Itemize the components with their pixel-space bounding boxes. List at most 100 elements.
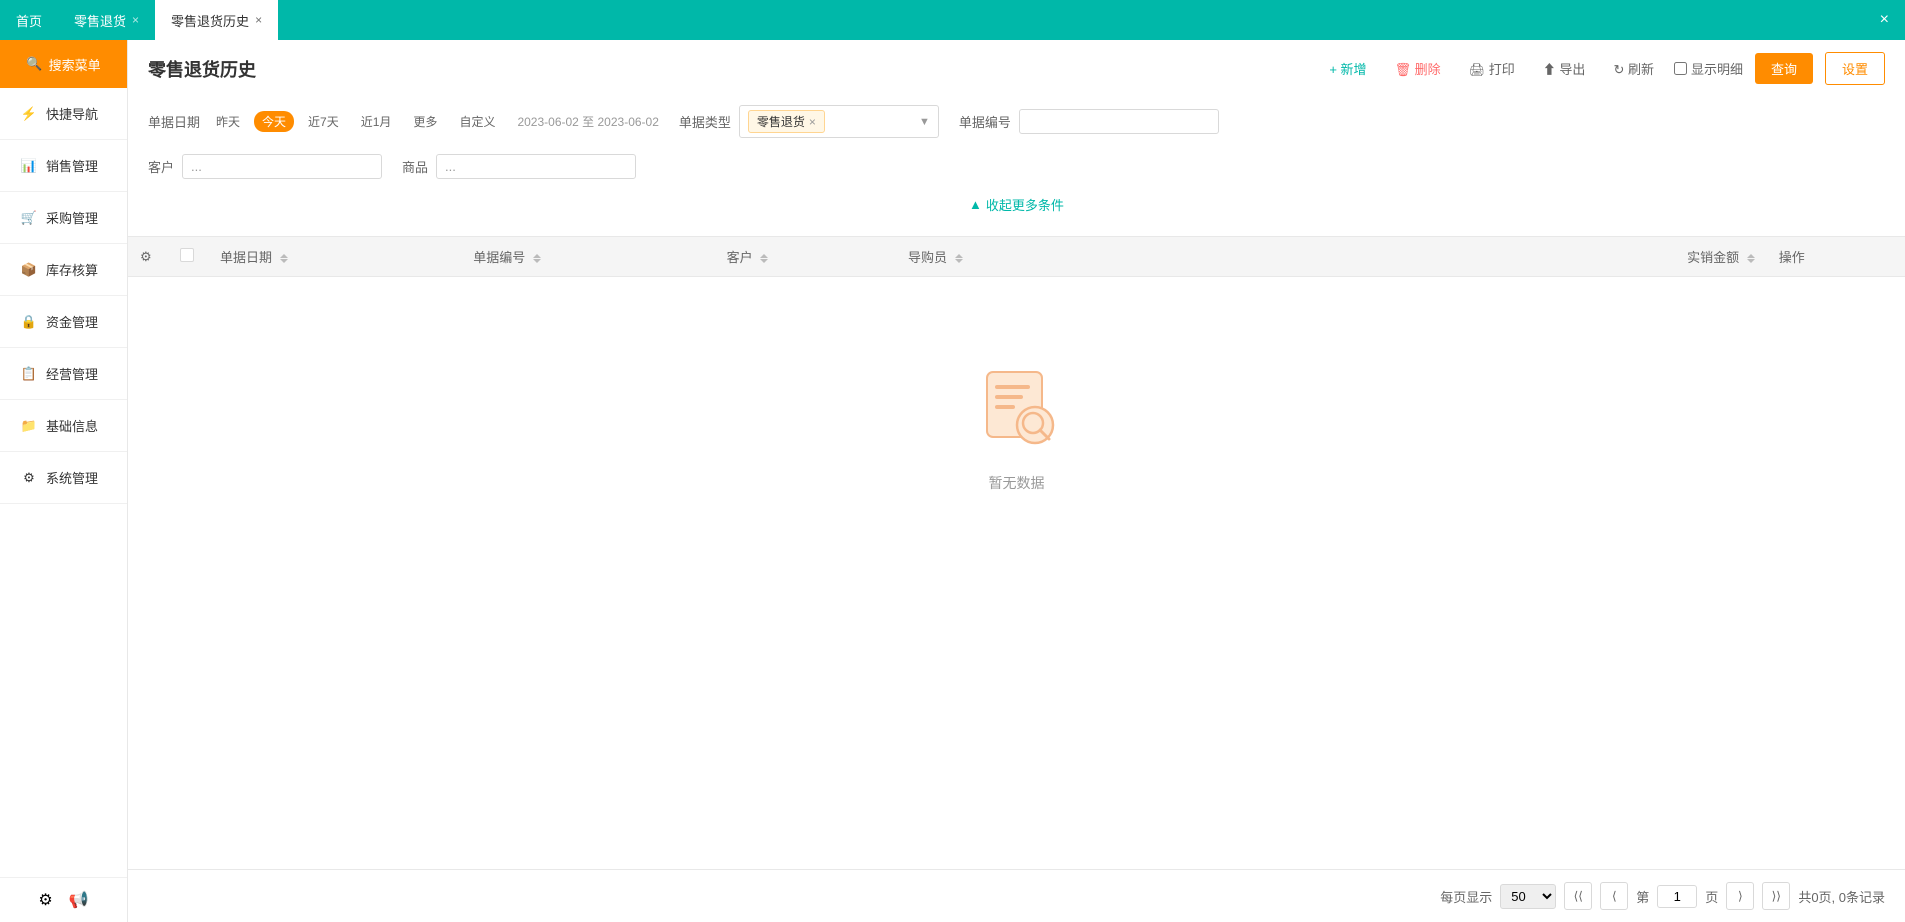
purchase-icon: 🛒	[20, 209, 38, 227]
customer-dropdown[interactable]: ...	[182, 154, 382, 179]
th-guide[interactable]: 导购员	[896, 237, 1113, 277]
sidebar-search[interactable]: 🔍 搜索菜单	[0, 40, 127, 88]
table-body: 暂无数据	[128, 277, 1905, 574]
th-amount-label: 实销金额	[1687, 250, 1739, 265]
tab-retail-return-close[interactable]: ×	[132, 13, 139, 27]
date-range-text: 2023-06-02 至 2023-06-02	[517, 113, 658, 130]
sidebar-item-inventory[interactable]: 📦 库存核算	[0, 244, 127, 296]
date-1month-btn[interactable]: 近1月	[353, 111, 400, 132]
quick-nav-icon: ⚡	[20, 105, 38, 123]
doc-type-tag-close[interactable]: ×	[809, 115, 816, 129]
doc-no-filter: 单据编号	[959, 109, 1219, 134]
print-button[interactable]: 🖨 打印	[1461, 55, 1523, 82]
customer-filter: 客户 ...	[148, 154, 382, 179]
tab-retail-return-label: 零售退货	[74, 11, 126, 30]
data-table: ⚙ 单据日期 单据编号	[128, 237, 1905, 573]
sound-icon[interactable]: 📢	[69, 890, 89, 910]
date-7days-btn[interactable]: 近7天	[300, 111, 347, 132]
date-today-btn[interactable]: 今天	[254, 111, 294, 132]
page-size-select[interactable]: 10 20 50 100	[1500, 884, 1556, 909]
sidebar-item-inventory-label: 库存核算	[46, 260, 98, 279]
th-customer-label: 客户	[727, 250, 753, 265]
header-actions: + 新增 🗑 删除 🖨 打印 ⬆ 导出 ↻ 刷新 显示明细 查询 设置	[1321, 52, 1885, 85]
tab-retail-return-history[interactable]: 零售退货历史 ×	[155, 0, 278, 40]
select-all-checkbox[interactable]	[180, 248, 194, 262]
date-filter-label: 单据日期	[148, 112, 200, 131]
goods-label: 商品	[402, 157, 428, 176]
doc-no-sort-icon	[533, 254, 541, 263]
th-doc-no[interactable]: 单据编号	[461, 237, 714, 277]
window-close-button[interactable]: ×	[1880, 11, 1889, 29]
empty-state-cell: 暂无数据	[128, 277, 1905, 574]
goods-filter: 商品 ...	[402, 154, 636, 179]
query-button[interactable]: 查询	[1755, 53, 1813, 84]
tab-retail-return-history-label: 零售退货历史	[171, 11, 249, 30]
setting-button[interactable]: 设置	[1825, 52, 1885, 85]
sidebar-item-finance[interactable]: 🔒 资金管理	[0, 296, 127, 348]
customer-label: 客户	[148, 157, 174, 176]
collapse-icon: ▲	[969, 197, 982, 212]
new-button[interactable]: + 新增	[1321, 55, 1374, 82]
page-header: 零售退货历史 + 新增 🗑 删除 🖨 打印 ⬆ 导出 ↻ 刷新 显示明细 查询 …	[128, 40, 1905, 237]
tab-retail-return[interactable]: 零售退货 ×	[58, 0, 155, 40]
th-date-label: 单据日期	[220, 250, 272, 265]
empty-state-row: 暂无数据	[128, 277, 1905, 574]
sidebar-item-quick-nav[interactable]: ⚡ 快捷导航	[0, 88, 127, 140]
page-last-button[interactable]: ⟩⟩	[1762, 882, 1790, 910]
tab-home[interactable]: 首页	[0, 0, 58, 40]
date-sort-icon	[280, 254, 288, 263]
customer-ellipsis: ...	[191, 159, 202, 174]
export-button[interactable]: ⬆ 导出	[1535, 55, 1594, 82]
settings-icon[interactable]: ⚙	[140, 249, 152, 264]
sidebar-item-basic-info-label: 基础信息	[46, 416, 98, 435]
filter-row-2: 客户 ... 商品 ...	[148, 146, 1885, 187]
filter-area: 单据日期 昨天 今天 近7天 近1月 更多 自定义 2023-06-02 至 2…	[148, 97, 1885, 236]
page-first-button[interactable]: ⟨⟨	[1564, 882, 1592, 910]
operation-icon: 📋	[20, 365, 38, 383]
display-toggle-checkbox[interactable]	[1674, 62, 1687, 75]
amount-sort-icon	[1747, 254, 1755, 263]
gear-icon[interactable]: ⚙	[38, 890, 52, 910]
collapse-label: 收起更多条件	[986, 195, 1064, 214]
date-filter: 单据日期 昨天 今天 近7天 近1月 更多 自定义 2023-06-02 至 2…	[148, 111, 659, 132]
doc-type-label: 单据类型	[679, 112, 731, 131]
sidebar-footer: ⚙ 📢	[0, 877, 127, 922]
guide-sort-icon	[955, 254, 963, 263]
display-toggle[interactable]: 显示明细	[1674, 59, 1743, 78]
th-settings[interactable]: ⚙	[128, 237, 168, 277]
th-customer[interactable]: 客户	[715, 237, 896, 277]
th-check[interactable]	[168, 237, 208, 277]
th-date[interactable]: 单据日期	[208, 237, 461, 277]
top-bar: 首页 零售退货 × 零售退货历史 × ×	[0, 0, 1905, 40]
date-more-btn[interactable]: 更多	[405, 111, 445, 132]
doc-type-dropdown[interactable]: 零售退货 × ▼	[739, 105, 939, 138]
display-toggle-label: 显示明细	[1691, 59, 1743, 78]
delete-button[interactable]: 🗑 删除	[1387, 55, 1449, 82]
sidebar-item-operation[interactable]: 📋 经营管理	[0, 348, 127, 400]
refresh-button[interactable]: ↻ 刷新	[1605, 55, 1662, 82]
page-number-input[interactable]	[1657, 885, 1697, 908]
empty-state: 暂无数据	[128, 277, 1905, 573]
date-custom-btn[interactable]: 自定义	[451, 111, 503, 132]
page-title: 零售退货历史	[148, 56, 256, 82]
empty-icon	[967, 357, 1067, 457]
sidebar-item-sales[interactable]: 📊 销售管理	[0, 140, 127, 192]
page-prev-button[interactable]: ⟨	[1600, 882, 1628, 910]
doc-no-input[interactable]	[1019, 109, 1219, 134]
sidebar-item-basic-info[interactable]: 📁 基础信息	[0, 400, 127, 452]
page-unit: 页	[1705, 887, 1718, 906]
sidebar-item-purchase[interactable]: 🛒 采购管理	[0, 192, 127, 244]
page-next-button[interactable]: ⟩	[1726, 882, 1754, 910]
doc-type-filter: 单据类型 零售退货 × ▼	[679, 105, 939, 138]
doc-no-label: 单据编号	[959, 112, 1011, 131]
goods-ellipsis: ...	[445, 159, 456, 174]
collapse-button[interactable]: ▲ 收起更多条件	[969, 195, 1064, 214]
sidebar-item-system[interactable]: ⚙ 系统管理	[0, 452, 127, 504]
page-header-top: 零售退货历史 + 新增 🗑 删除 🖨 打印 ⬆ 导出 ↻ 刷新 显示明细 查询 …	[148, 52, 1885, 85]
th-amount[interactable]: 实销金额	[1513, 237, 1766, 277]
date-yesterday-btn[interactable]: 昨天	[208, 111, 248, 132]
sidebar-item-quick-nav-label: 快捷导航	[46, 104, 98, 123]
date-filter-buttons: 昨天 今天 近7天 近1月 更多 自定义	[208, 111, 503, 132]
tab-retail-return-history-close[interactable]: ×	[255, 13, 262, 27]
goods-dropdown[interactable]: ...	[436, 154, 636, 179]
